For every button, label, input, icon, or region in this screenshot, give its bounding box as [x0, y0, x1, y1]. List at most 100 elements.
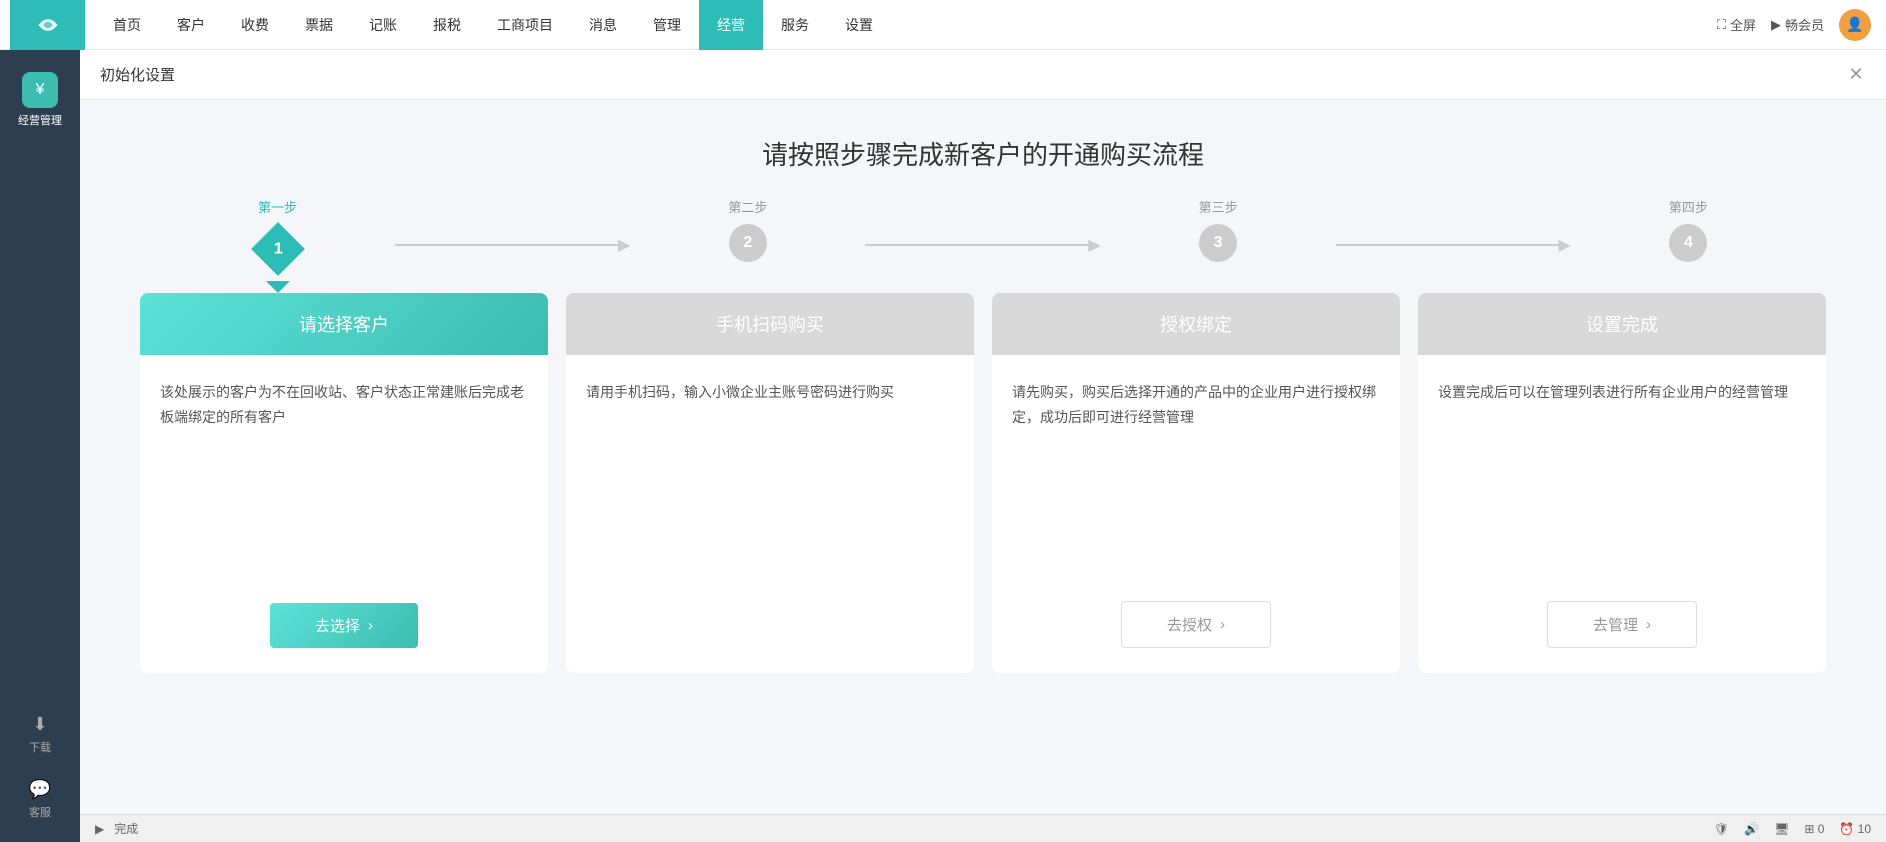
status-label: 完成	[114, 820, 138, 837]
nav-tax[interactable]: 报税	[415, 0, 479, 50]
go-select-arrow: ›	[368, 617, 373, 634]
card-2-footer	[566, 633, 974, 673]
fullscreen-icon: ⛶	[1717, 17, 1726, 33]
step-card-3: 授权绑定 请先购买，购买后选择开通的产品中的企业用户进行授权绑定，成功后即可进行…	[992, 293, 1400, 673]
step-1-indicator: 第一步 1	[160, 197, 395, 274]
sidebar-download[interactable]: ⬇ 下载	[0, 702, 80, 767]
step-indicator-row: 第一步 1 ▶ 第二步 2	[80, 187, 1886, 279]
nav-operation[interactable]: 经营	[699, 0, 763, 50]
operation-icon: ¥	[22, 72, 58, 108]
go-auth-label: 去授权	[1167, 614, 1212, 635]
go-manage-button[interactable]: 去管理 ›	[1547, 601, 1697, 648]
main-layout: ¥ 经营管理 ⬇ 下载 💬 客服 初始化设置 ✕ 请按照步骤完成新客户的开通购买…	[0, 50, 1886, 842]
cards-row: 请选择客户 该处展示的客户为不在回收站、客户状态正常建账后完成老板端绑定的所有客…	[80, 293, 1886, 673]
card-4-title: 设置完成	[1586, 315, 1658, 335]
step-4-number: 4	[1684, 234, 1693, 252]
card-3-header: 授权绑定	[992, 293, 1400, 355]
download-label: 下载	[29, 739, 51, 755]
sidebar: ¥ 经营管理 ⬇ 下载 💬 客服	[0, 50, 80, 842]
card-1-body: 该处展示的客户为不在回收站、客户状态正常建账后完成老板端绑定的所有客户	[140, 355, 548, 588]
step-4-indicator: 第四步 4	[1571, 197, 1806, 262]
nav-accounting[interactable]: 记账	[351, 0, 415, 50]
status-bar-right: 🛡 🔊 🖥 ⊞ 0 ⏰ 10	[1714, 822, 1871, 836]
step-2-label: 第二步	[728, 197, 767, 216]
card-3-body: 请先购买，购买后选择开通的产品中的企业用户进行授权绑定，成功后即可进行经营管理	[992, 355, 1400, 586]
fullscreen-label: 全屏	[1730, 15, 1756, 34]
card-2-title: 手机扫码购买	[716, 315, 824, 335]
monitor-icon: 🖥	[1774, 822, 1789, 836]
card-1-text: 该处展示的客户为不在回收站、客户状态正常建账后完成老板端绑定的所有客户	[160, 384, 524, 425]
card-3-footer: 去授权 ›	[992, 586, 1400, 673]
fullscreen-button[interactable]: ⛶ 全屏	[1717, 15, 1756, 34]
go-auth-arrow: ›	[1220, 616, 1225, 633]
nav-settings[interactable]: 设置	[827, 0, 891, 50]
card-2-header: 手机扫码购买	[566, 293, 974, 355]
card-1-header: 请选择客户	[140, 293, 548, 355]
download-icon: ⬇	[32, 714, 47, 735]
step-2-indicator: 第二步 2	[630, 197, 865, 262]
step-1-number: 1	[273, 240, 282, 258]
member-label: 畅会员	[1785, 15, 1824, 34]
sidebar-item-operation[interactable]: ¥ 经营管理	[0, 60, 80, 140]
sidebar-bottom: ⬇ 下载 💬 客服	[0, 702, 80, 842]
card-4-footer: 去管理 ›	[1418, 586, 1826, 673]
content-area: 初始化设置 ✕ 请按照步骤完成新客户的开通购买流程 第一步 1 ▶	[80, 50, 1886, 842]
nav-fee[interactable]: 收费	[223, 0, 287, 50]
go-select-label: 去选择	[315, 615, 360, 636]
top-nav: 首页 客户 收费 票据 记账 报税 工商项目 消息 管理 经营 服务 设置 ⛶ …	[0, 0, 1886, 50]
page-title: 初始化设置	[100, 64, 175, 85]
card-4-header: 设置完成	[1418, 293, 1826, 355]
nav-right-area: ⛶ 全屏 ▶ 畅会员 👤	[1717, 9, 1886, 41]
nav-business[interactable]: 工商项目	[479, 0, 571, 50]
card-2-text: 请用手机扫码，输入小微企业主账号密码进行购买	[586, 384, 894, 400]
nav-invoice[interactable]: 票据	[287, 0, 351, 50]
sidebar-item-label: 经营管理	[18, 112, 62, 128]
user-avatar[interactable]: 👤	[1839, 9, 1871, 41]
nav-message[interactable]: 消息	[571, 0, 635, 50]
card-3-title: 授权绑定	[1160, 315, 1232, 335]
card-2-body: 请用手机扫码，输入小微企业主账号密码进行购买	[566, 355, 974, 633]
status-bar: ▶ 完成 🛡 🔊 🖥 ⊞ 0 ⏰ 10	[80, 814, 1886, 842]
close-button[interactable]: ✕	[1846, 65, 1866, 85]
go-manage-arrow: ›	[1646, 616, 1651, 633]
nav-menu: 首页 客户 收费 票据 记账 报税 工商项目 消息 管理 经营 服务 设置	[85, 0, 1717, 50]
step-4-label: 第四步	[1669, 197, 1708, 216]
grid-status: ⊞ 0	[1804, 822, 1824, 836]
play-icon: ▶	[1771, 17, 1781, 33]
step-1-label: 第一步	[258, 197, 297, 216]
support-icon: 💬	[29, 779, 51, 800]
connector-1: ▶	[395, 235, 630, 255]
card-3-text: 请先购买，购买后选择开通的产品中的企业用户进行授权绑定，成功后即可进行经营管理	[1012, 384, 1376, 425]
card-1-footer: 去选择 ›	[140, 588, 548, 673]
main-title: 请按照步骤完成新客户的开通购买流程	[80, 135, 1886, 172]
nav-home[interactable]: 首页	[95, 0, 159, 50]
go-auth-button[interactable]: 去授权 ›	[1121, 601, 1271, 648]
card-1-title: 请选择客户	[299, 315, 389, 335]
go-select-button[interactable]: 去选择 ›	[270, 603, 418, 648]
go-manage-label: 去管理	[1593, 614, 1638, 635]
play-status-icon: ▶	[95, 822, 104, 836]
nav-customer[interactable]: 客户	[159, 0, 223, 50]
card-4-body: 设置完成后可以在管理列表进行所有企业用户的经营管理	[1418, 355, 1826, 586]
connector-3: ▶	[1336, 235, 1571, 255]
step-card-4: 设置完成 设置完成后可以在管理列表进行所有企业用户的经营管理 去管理 ›	[1418, 293, 1826, 673]
sidebar-support[interactable]: 💬 客服	[0, 767, 80, 832]
time-status: ⏰ 10	[1839, 822, 1871, 836]
step-2-number: 2	[743, 234, 752, 252]
member-button[interactable]: ▶ 畅会员	[1771, 15, 1824, 34]
app-logo[interactable]	[10, 0, 85, 50]
step-pointers	[80, 279, 1886, 293]
nav-manage[interactable]: 管理	[635, 0, 699, 50]
step-3-indicator: 第三步 3	[1101, 197, 1336, 262]
step-3-label: 第三步	[1199, 197, 1238, 216]
shield-icon: 🛡	[1714, 822, 1729, 836]
connector-2: ▶	[865, 235, 1100, 255]
volume-icon: 🔊	[1744, 822, 1759, 836]
step-1-node: 1	[253, 224, 303, 274]
page-header: 初始化设置 ✕	[80, 50, 1886, 100]
support-label: 客服	[29, 804, 51, 820]
nav-service[interactable]: 服务	[763, 0, 827, 50]
step-card-2: 手机扫码购买 请用手机扫码，输入小微企业主账号密码进行购买	[566, 293, 974, 673]
step-card-1: 请选择客户 该处展示的客户为不在回收站、客户状态正常建账后完成老板端绑定的所有客…	[140, 293, 548, 673]
step-3-number: 3	[1214, 234, 1223, 252]
